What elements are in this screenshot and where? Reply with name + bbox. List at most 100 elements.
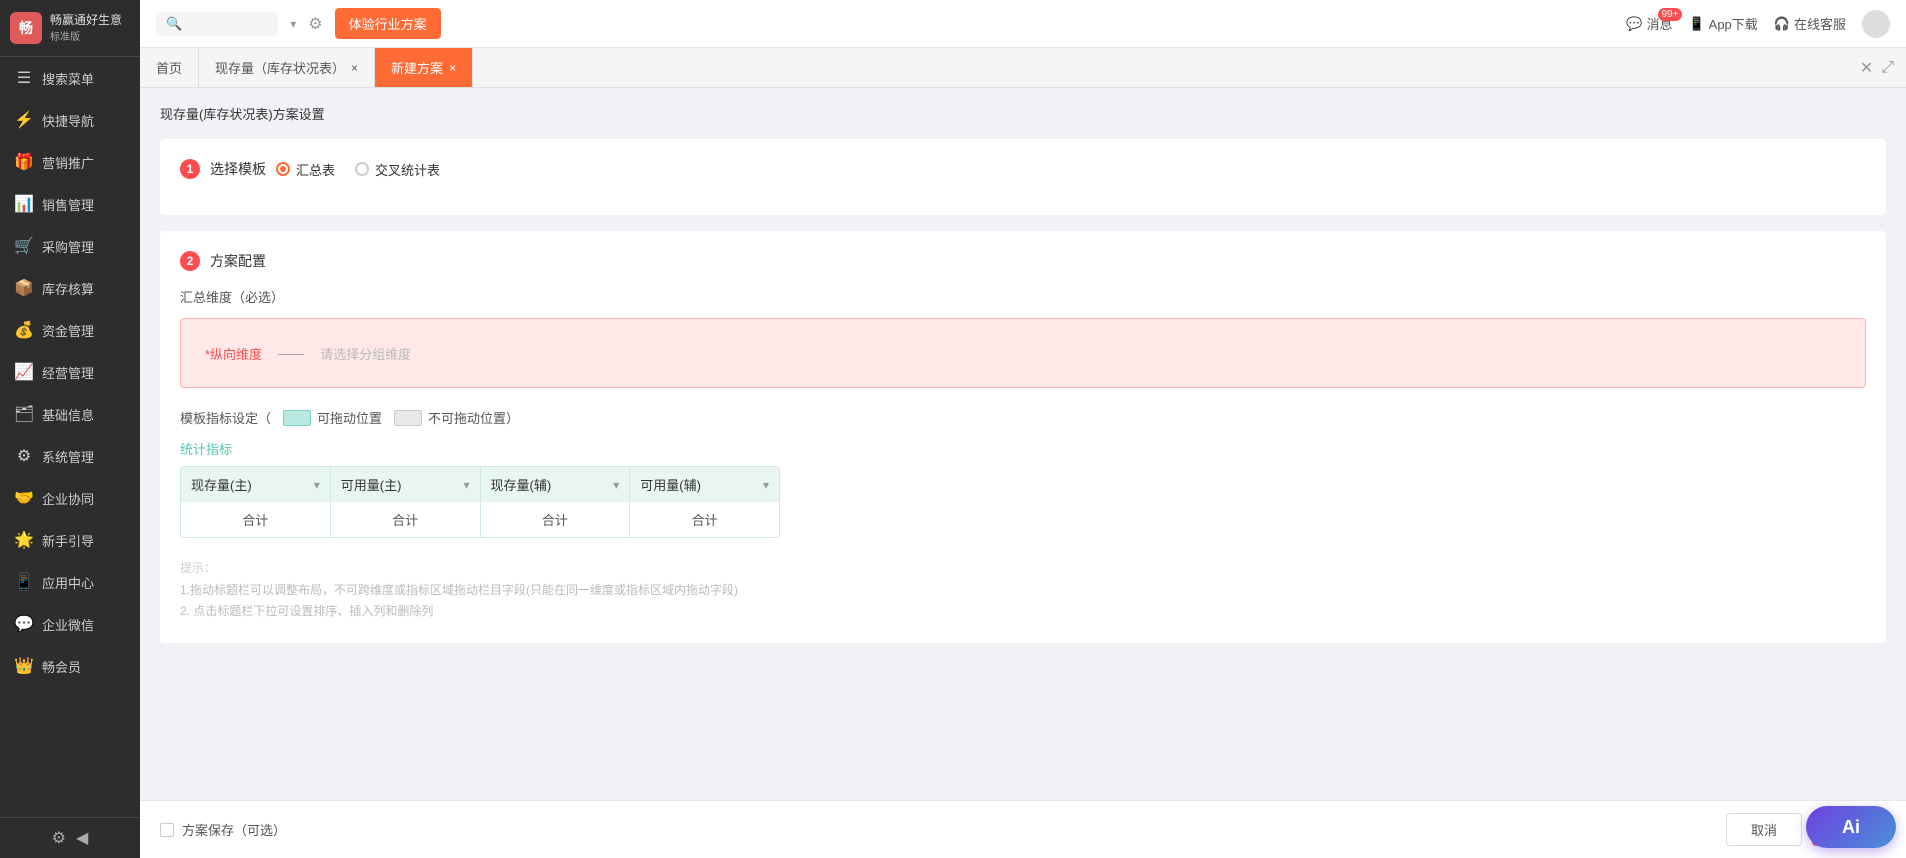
legend-draggable: 可拖动位置 — [283, 408, 382, 427]
sidebar-item-0[interactable]: ☰ 搜索菜单 — [0, 57, 140, 99]
vertical-dim-label: *纵向维度 — [205, 344, 262, 363]
service-label: 在线客服 — [1794, 14, 1846, 33]
sidebar-label-1: 快捷导航 — [42, 111, 94, 130]
col-current-main[interactable]: 现存量(主) ▾ — [181, 467, 331, 502]
message-icon: 💬 — [1626, 16, 1642, 32]
collapse-icon[interactable]: ◀ — [76, 828, 88, 848]
cell-available-aux: 合计 — [630, 502, 779, 537]
sidebar-item-13[interactable]: 💬企业微信 — [0, 603, 140, 645]
stats-table-body: 合计 合计 合计 合计 — [181, 502, 779, 537]
sidebar-item-7[interactable]: 📈 经营管理 — [0, 351, 140, 393]
topbar-app-download[interactable]: 📱 App下载 — [1688, 14, 1757, 33]
topbar-dropdown-icon[interactable]: ▾ — [290, 17, 296, 31]
non-draggable-legend-box — [394, 410, 422, 426]
tab-home[interactable]: 首页 — [140, 48, 199, 87]
stats-section: 统计指标 现存量(主) ▾ 可用量(主) ▾ 现存量(辅) ▾ — [180, 439, 1866, 538]
sidebar-icon-3: 📊 — [14, 194, 34, 214]
col-current-aux-dropdown[interactable]: ▾ — [613, 478, 619, 492]
col-current-main-label: 现存量(主) — [191, 475, 252, 494]
topbar-messages[interactable]: 💬 消息 99+ — [1626, 14, 1672, 33]
sidebar-item-10[interactable]: 🤝 企业协同 — [0, 477, 140, 519]
headset-icon: 🎧 — [1774, 16, 1790, 32]
tab-inventory[interactable]: 现存量（库存状况表） × — [199, 48, 375, 87]
template-settings-label: 模板指标设定（ — [180, 408, 271, 427]
col-available-aux[interactable]: 可用量(辅) ▾ — [630, 467, 779, 502]
sidebar-label-0: 搜索菜单 — [42, 69, 94, 88]
sidebar-icon-0: ☰ — [14, 68, 34, 88]
template-radio-group: 汇总表 交叉统计表 — [276, 160, 440, 179]
sidebar-icon-4: 🛒 — [14, 236, 34, 256]
cancel-button[interactable]: 取消 — [1726, 813, 1802, 846]
tab-new-plan[interactable]: 新建方案 × — [375, 48, 473, 87]
search-input[interactable] — [188, 17, 268, 31]
stats-section-label: 统计指标 — [180, 439, 1866, 458]
topbar-online-service[interactable]: 🎧 在线客服 — [1774, 14, 1846, 33]
sidebar-menu: ☰ 搜索菜单 ⚡ 快捷导航 🎁营销推广📊销售管理🛒采购管理📦库存核算💰资金管理 📈 经营管理… — [0, 57, 140, 817]
col-available-aux-dropdown[interactable]: ▾ — [763, 478, 769, 492]
sidebar-label-7: 经营管理 — [42, 363, 94, 382]
section-plan-config: 2 方案配置 汇总维度（必选） *纵向维度 —— 请选择分组维度 模板指标设定（… — [160, 231, 1886, 643]
sidebar-icon-13: 💬 — [14, 614, 34, 634]
sidebar-icon-12: 📱 — [14, 572, 34, 592]
sidebar-item-8[interactable]: 🗂 基础信息 — [0, 393, 140, 435]
sidebar-item-4[interactable]: 🛒采购管理 — [0, 225, 140, 267]
sidebar-label-12: 应用中心 — [42, 573, 94, 592]
sidebar-item-14[interactable]: 👑畅会员 — [0, 645, 140, 687]
sidebar-icon-1: ⚡ — [14, 110, 34, 130]
save-option[interactable]: 方案保存（可选） — [160, 820, 286, 839]
radio-summary-dot — [276, 162, 290, 176]
tab-inventory-close[interactable]: × — [351, 61, 358, 75]
cell-current-main: 合计 — [181, 502, 331, 537]
tip1: 1.拖动标题栏可以调整布局，不可跨维度或指标区域拖动栏目字段(只能在同一维度或指… — [180, 580, 1866, 602]
settings-icon[interactable]: ⚙ — [52, 828, 66, 848]
sidebar-icon-14: 👑 — [14, 656, 34, 676]
vertical-dim-placeholder: 请选择分组维度 — [320, 344, 411, 363]
topbar-gear-icon[interactable]: ⚙ — [308, 14, 322, 34]
sidebar-icon-7: 📈 — [14, 362, 34, 382]
minimize-icon[interactable]: ✕ — [1860, 58, 1873, 78]
non-draggable-legend-label: 不可拖动位置） — [428, 408, 519, 427]
cell-available-main: 合计 — [331, 502, 481, 537]
user-avatar[interactable] — [1862, 10, 1890, 38]
dimension-box[interactable]: *纵向维度 —— 请选择分组维度 — [180, 318, 1866, 388]
sidebar-label-10: 企业协同 — [42, 489, 94, 508]
page-title: 现存量(库存状况表)方案设置 — [160, 104, 1886, 123]
radio-summary[interactable]: 汇总表 — [276, 160, 335, 179]
sidebar-item-5[interactable]: 📦库存核算 — [0, 267, 140, 309]
topbar-right: 💬 消息 99+ 📱 App下载 🎧 在线客服 — [1626, 10, 1890, 38]
radio-summary-label: 汇总表 — [296, 160, 335, 179]
radio-cross-label: 交叉统计表 — [375, 160, 440, 179]
industry-btn[interactable]: 体验行业方案 — [335, 8, 441, 39]
col-available-main[interactable]: 可用量(主) ▾ — [331, 467, 481, 502]
sidebar-item-6[interactable]: 💰资金管理 — [0, 309, 140, 351]
sidebar-item-2[interactable]: 🎁营销推广 — [0, 141, 140, 183]
topbar-search-box[interactable]: 🔍 — [156, 12, 278, 36]
col-current-aux[interactable]: 现存量(辅) ▾ — [481, 467, 631, 502]
ai-bubble[interactable]: Ai — [1806, 806, 1896, 848]
sidebar-item-12[interactable]: 📱 应用中心 — [0, 561, 140, 603]
radio-cross[interactable]: 交叉统计表 — [355, 160, 440, 179]
sidebar-label-11: 新手引导 — [42, 531, 94, 550]
tab-new-plan-close[interactable]: × — [449, 61, 456, 75]
template-settings-row: 模板指标设定（ 可拖动位置 不可拖动位置） — [180, 408, 1866, 427]
tab-new-plan-label: 新建方案 — [391, 58, 443, 77]
col-available-main-dropdown[interactable]: ▾ — [463, 478, 469, 492]
save-checkbox[interactable] — [160, 823, 174, 837]
stats-table-header: 现存量(主) ▾ 可用量(主) ▾ 现存量(辅) ▾ 可用量(辅) — [181, 467, 779, 502]
tips-title: 提示： — [180, 561, 216, 575]
sidebar-icon-8: 🗂 — [14, 404, 34, 424]
sidebar-logo: 畅 畅赢通好生意 标准版 — [0, 0, 140, 57]
sidebar-item-1[interactable]: ⚡ 快捷导航 — [0, 99, 140, 141]
draggable-legend-label: 可拖动位置 — [317, 408, 382, 427]
ai-label: Ai — [1842, 817, 1860, 838]
sidebar-item-11[interactable]: 🌟新手引导 — [0, 519, 140, 561]
tip2: 2. 点击标题栏下拉可设置排序、插入列和删除列 — [180, 601, 1866, 623]
sidebar-item-3[interactable]: 📊销售管理 — [0, 183, 140, 225]
sidebar-icon-10: 🤝 — [14, 488, 34, 508]
col-current-aux-label: 现存量(辅) — [491, 475, 552, 494]
expand-icon[interactable]: ⤢ — [1881, 59, 1894, 77]
sidebar-item-9[interactable]: ⚙系统管理 — [0, 435, 140, 477]
sidebar-label-8: 基础信息 — [42, 405, 94, 424]
tab-inventory-label: 现存量（库存状况表） — [215, 58, 345, 77]
col-current-main-dropdown[interactable]: ▾ — [314, 478, 320, 492]
